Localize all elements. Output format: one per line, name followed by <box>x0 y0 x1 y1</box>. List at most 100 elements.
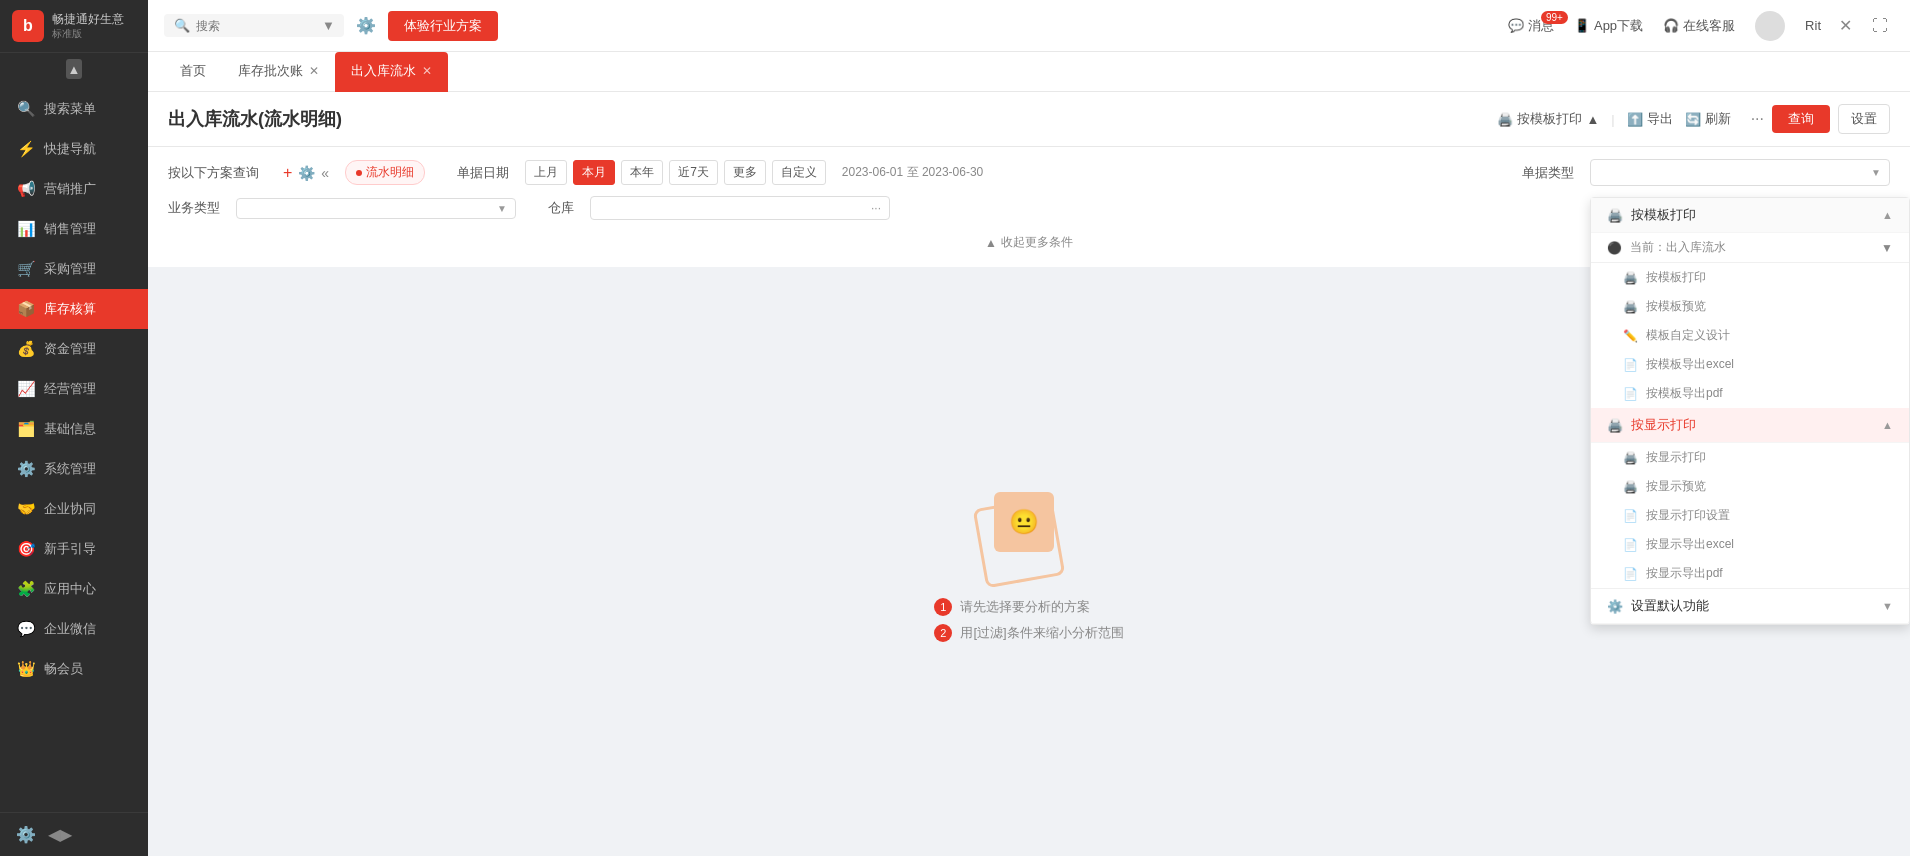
tab-flow-close[interactable]: ✕ <box>422 64 432 78</box>
sidebar-scroll-up[interactable]: ▲ <box>66 59 82 79</box>
messages-button[interactable]: 💬 消息 99+ <box>1508 17 1554 35</box>
tab-flow[interactable]: 出入库流水 ✕ <box>335 52 448 92</box>
page-title: 出入库流水(流水明细) <box>168 107 342 131</box>
phone-icon: 📱 <box>1574 18 1590 33</box>
user-avatar[interactable] <box>1755 11 1785 41</box>
display-settings-icon: 📄 <box>1623 509 1638 523</box>
doc-type-select[interactable]: ▼ <box>1590 159 1890 186</box>
template-pdf-icon: 📄 <box>1623 387 1638 401</box>
dropdown-item-display-settings[interactable]: 📄 按显示打印设置 <box>1591 501 1909 530</box>
date-more[interactable]: 更多 <box>724 160 766 185</box>
sidebar-item-inventory[interactable]: 📦 库存核算 <box>0 289 148 329</box>
settings-query-button[interactable]: 设置 <box>1838 104 1890 134</box>
date-this-month[interactable]: 本月 <box>573 160 615 185</box>
purchase-icon: 🛒 <box>16 259 36 279</box>
dropdown-item-template-excel[interactable]: 📄 按模板导出excel <box>1591 350 1909 379</box>
tab-home[interactable]: 首页 <box>164 52 222 92</box>
empty-step-2: 2 用[过滤]条件来缩小分析范围 <box>934 624 1123 642</box>
date-last-month[interactable]: 上月 <box>525 160 567 185</box>
filter-add-button[interactable]: + <box>283 164 292 182</box>
filter-actions: + ⚙️ « <box>283 164 329 182</box>
date-7days[interactable]: 近7天 <box>669 160 718 185</box>
headset-icon: 🎧 <box>1663 18 1679 33</box>
page-header: 出入库流水(流水明细) 🖨️ 按模板打印 ▲ | ⬆️ 导出 🔄 刷新 ··· <box>148 92 1910 147</box>
dropdown-item-default-func[interactable]: ⚙️ 设置默认功能 ▼ <box>1591 588 1909 624</box>
current-dot-icon: ⚫ <box>1607 241 1622 255</box>
member-icon: 👑 <box>16 659 36 679</box>
sidebar-item-search[interactable]: 🔍 搜索菜单 <box>0 89 148 129</box>
message-icon: 💬 <box>1508 18 1524 33</box>
sidebar-item-sales[interactable]: 📊 销售管理 <box>0 209 148 249</box>
page-actions: 🖨️ 按模板打印 ▲ | ⬆️ 导出 🔄 刷新 ··· 查询 设置 <box>1497 104 1890 134</box>
trial-industry-button[interactable]: 体验行业方案 <box>388 11 498 41</box>
empty-steps: 1 请先选择要分析的方案 2 用[过滤]条件来缩小分析范围 <box>934 598 1123 642</box>
dropdown-item-display-preview[interactable]: 🖨️ 按显示预览 <box>1591 472 1909 501</box>
filter-collapse-button[interactable]: « <box>321 165 329 181</box>
dropdown-item-template-pdf[interactable]: 📄 按模板导出pdf <box>1591 379 1909 408</box>
tabs-bar: 首页 库存批次账 ✕ 出入库流水 ✕ <box>148 52 1910 92</box>
sidebar-item-purchase[interactable]: 🛒 采购管理 <box>0 249 148 289</box>
search-input[interactable] <box>196 19 316 33</box>
dropdown-header-arrow[interactable]: ▲ <box>1882 209 1893 221</box>
shortcut-icon: ⚡ <box>16 139 36 159</box>
dropdown-item-display-print[interactable]: 🖨️ 按显示打印 <box>1591 443 1909 472</box>
collapse-chevron-icon: ▲ <box>985 236 997 250</box>
dropdown-item-template-preview[interactable]: 🖨️ 按模板预览 <box>1591 292 1909 321</box>
business-type-label: 业务类型 <box>168 199 220 217</box>
search-box[interactable]: 🔍 ▼ <box>164 14 344 37</box>
search-dropdown-icon[interactable]: ▼ <box>322 18 335 33</box>
more-options-button[interactable]: ··· <box>1751 110 1764 128</box>
business-type-select[interactable]: ▼ <box>236 198 516 219</box>
sidebar-logo: b 畅捷通好生意 标准版 <box>0 0 148 53</box>
query-button[interactable]: 查询 <box>1772 105 1830 133</box>
print-template-button[interactable]: 🖨️ 按模板打印 ▲ <box>1497 110 1599 128</box>
filter-row-1: 按以下方案查询 + ⚙️ « 流水明细 单据日期 上月 本月 本年 近7天 更多 <box>168 159 1890 186</box>
sidebar-item-operations[interactable]: 📈 经营管理 <box>0 369 148 409</box>
sidebar-item-marketing[interactable]: 📢 营销推广 <box>0 169 148 209</box>
sidebar-item-guide[interactable]: 🎯 新手引导 <box>0 529 148 569</box>
sidebar-item-apps[interactable]: 🧩 应用中心 <box>0 569 148 609</box>
tab-batch-close[interactable]: ✕ <box>309 64 319 78</box>
template-custom-icon: ✏️ <box>1623 329 1638 343</box>
app-download-button[interactable]: 📱 App下载 <box>1574 17 1643 35</box>
collapse-icon[interactable]: ◀▶ <box>48 825 72 844</box>
tab-batch[interactable]: 库存批次账 ✕ <box>222 52 335 92</box>
tab-batch-label: 库存批次账 <box>238 62 303 80</box>
date-this-year[interactable]: 本年 <box>621 160 663 185</box>
sidebar-item-system[interactable]: ⚙️ 系统管理 <box>0 449 148 489</box>
date-custom[interactable]: 自定义 <box>772 160 826 185</box>
sidebar-item-wechat[interactable]: 💬 企业微信 <box>0 609 148 649</box>
sidebar-item-member[interactable]: 👑 畅会员 <box>0 649 148 689</box>
dropdown-item-template-custom[interactable]: ✏️ 模板自定义设计 <box>1591 321 1909 350</box>
dropdown-item-display-excel[interactable]: 📄 按显示导出excel <box>1591 530 1909 559</box>
sidebar: b 畅捷通好生意 标准版 ▲ 🔍 搜索菜单 ⚡ 快捷导航 📢 营销推广 📊 销售… <box>0 0 148 856</box>
sidebar-item-shortcut[interactable]: ⚡ 快捷导航 <box>0 129 148 169</box>
step-1-num: 1 <box>934 598 952 616</box>
sidebar-item-basic[interactable]: 🗂️ 基础信息 <box>0 409 148 449</box>
username-label[interactable]: Rit <box>1805 18 1821 33</box>
default-func-icon: ⚙️ <box>1607 599 1623 614</box>
refresh-button[interactable]: 🔄 刷新 <box>1685 110 1731 128</box>
settings-gear-icon[interactable]: ⚙️ <box>356 16 376 35</box>
collapse-more-button[interactable]: ▲ 收起更多条件 <box>985 234 1073 251</box>
warehouse-select[interactable]: ··· <box>590 196 890 220</box>
filter-settings-button[interactable]: ⚙️ <box>298 165 315 181</box>
filter-chip[interactable]: 流水明细 <box>345 160 425 185</box>
export-button[interactable]: ⬆️ 导出 <box>1627 110 1673 128</box>
message-badge: 99+ <box>1541 11 1568 24</box>
maximize-window-icon[interactable]: ⛶ <box>1866 15 1894 37</box>
online-service-button[interactable]: 🎧 在线客服 <box>1663 17 1735 35</box>
sidebar-item-finance[interactable]: 💰 资金管理 <box>0 329 148 369</box>
close-window-icon[interactable]: ✕ <box>1833 14 1858 37</box>
sidebar-item-collab[interactable]: 🤝 企业协同 <box>0 489 148 529</box>
guide-icon: 🎯 <box>16 539 36 559</box>
display-section-arrow[interactable]: ▲ <box>1882 419 1893 431</box>
sidebar-label-system: 系统管理 <box>44 460 96 478</box>
app-logo-icon: b <box>12 10 44 42</box>
dropdown-display-section[interactable]: 🖨️ 按显示打印 ▲ <box>1591 408 1909 443</box>
dropdown-item-display-pdf[interactable]: 📄 按显示导出pdf <box>1591 559 1909 588</box>
dropdown-item-template-print[interactable]: 🖨️ 按模板打印 <box>1591 263 1909 292</box>
settings-icon[interactable]: ⚙️ <box>16 825 36 844</box>
apps-icon: 🧩 <box>16 579 36 599</box>
sidebar-label-guide: 新手引导 <box>44 540 96 558</box>
